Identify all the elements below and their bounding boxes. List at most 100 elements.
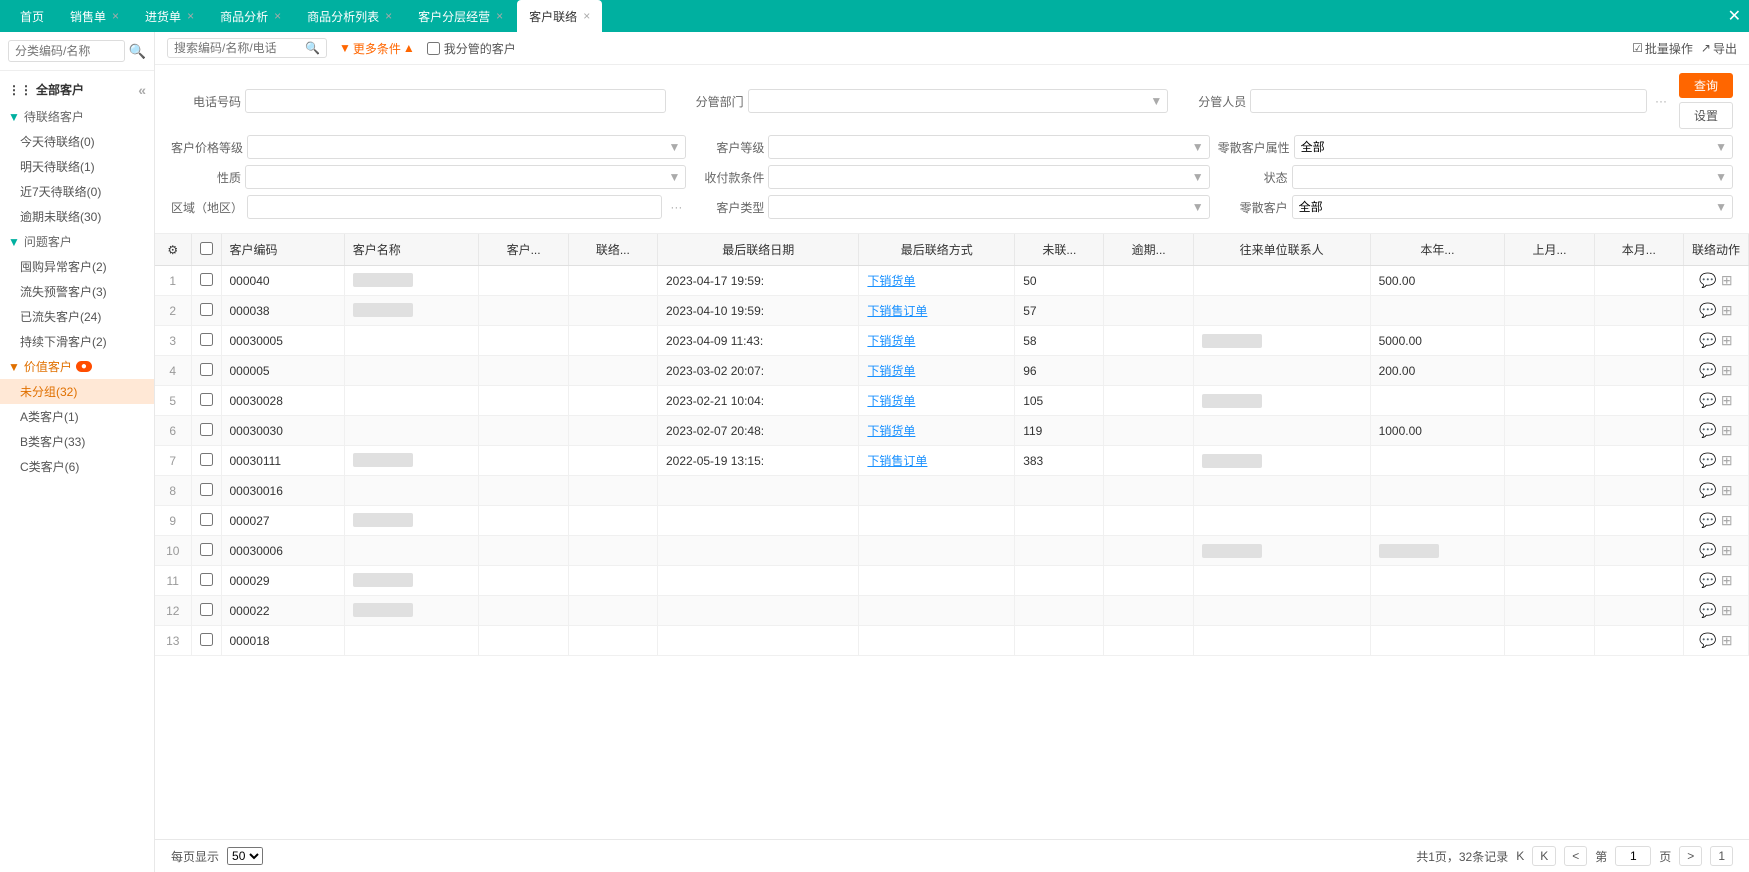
qr-icon[interactable]: ⊞ <box>1721 602 1733 619</box>
sidebar-search-icon[interactable]: 🔍 <box>129 43 146 60</box>
contact-way-link[interactable]: 下销货单 <box>867 274 915 288</box>
status-select[interactable] <box>1292 165 1733 189</box>
contact-way-link[interactable]: 下销售订单 <box>867 304 927 318</box>
nav-analysis-list[interactable]: 商品分析列表 × <box>295 0 404 32</box>
chat-icon[interactable]: 💬 <box>1699 272 1716 289</box>
row-checkbox[interactable] <box>200 633 213 646</box>
phone-input[interactable] <box>245 89 666 113</box>
nav-home[interactable]: 首页 <box>8 0 56 32</box>
search-icon[interactable]: 🔍 <box>305 41 320 55</box>
page-last-button[interactable]: 1 <box>1710 846 1733 866</box>
chat-icon[interactable]: 💬 <box>1699 632 1716 649</box>
qr-icon[interactable]: ⊞ <box>1721 362 1733 379</box>
page-first-button[interactable]: K <box>1532 846 1556 866</box>
cell-last-way[interactable] <box>859 596 1015 626</box>
cell-check[interactable] <box>191 506 221 536</box>
customer-type-select[interactable] <box>768 195 1209 219</box>
batch-ops-button[interactable]: ☑ 批量操作 <box>1632 40 1693 57</box>
cell-check[interactable] <box>191 326 221 356</box>
sidebar-item-churned[interactable]: 已流失客户(24) <box>0 304 154 329</box>
cell-last-way[interactable]: 下销货单 <box>859 266 1015 296</box>
cell-last-way[interactable]: 下销货单 <box>859 356 1015 386</box>
payment-select[interactable] <box>768 165 1209 189</box>
cell-check[interactable] <box>191 446 221 476</box>
row-checkbox[interactable] <box>200 573 213 586</box>
nav-sales[interactable]: 销售单 × <box>58 0 131 32</box>
qr-icon[interactable]: ⊞ <box>1721 422 1733 439</box>
price-level-select[interactable] <box>247 135 686 159</box>
sidebar-item-tomorrow[interactable]: 明天待联络(1) <box>0 154 154 179</box>
cell-check[interactable] <box>191 266 221 296</box>
sidebar-item-declining[interactable]: 持续下滑客户(2) <box>0 329 154 354</box>
qr-icon[interactable]: ⊞ <box>1721 482 1733 499</box>
chat-icon[interactable]: 💬 <box>1699 332 1716 349</box>
qr-icon[interactable]: ⊞ <box>1721 302 1733 319</box>
contact-way-link[interactable]: 下销货单 <box>867 394 915 408</box>
row-checkbox[interactable] <box>200 273 213 286</box>
contact-way-link[interactable]: 下销售订单 <box>867 454 927 468</box>
chat-icon[interactable]: 💬 <box>1699 542 1716 559</box>
chat-icon[interactable]: 💬 <box>1699 302 1716 319</box>
col-header-this-year[interactable]: 本年... <box>1370 234 1505 266</box>
close-sales-icon[interactable]: × <box>112 9 119 23</box>
contact-way-link[interactable]: 下销货单 <box>867 334 915 348</box>
cell-check[interactable] <box>191 566 221 596</box>
retail-attr-select[interactable]: 全部 <box>1294 135 1733 159</box>
cell-check[interactable] <box>191 626 221 656</box>
row-checkbox[interactable] <box>200 393 213 406</box>
nav-customer-tier[interactable]: 客户分层经营 × <box>406 0 515 32</box>
col-header-contact[interactable]: 联络... <box>568 234 657 266</box>
sidebar-search-input[interactable] <box>8 40 125 62</box>
row-checkbox[interactable] <box>200 513 213 526</box>
cell-last-way[interactable] <box>859 566 1015 596</box>
nav-customer-contact[interactable]: 客户联络 × <box>517 0 602 32</box>
chat-icon[interactable]: 💬 <box>1699 602 1716 619</box>
contact-way-link[interactable]: 下销货单 <box>867 364 915 378</box>
retail-customer-select[interactable]: 全部 <box>1292 195 1733 219</box>
area-input[interactable] <box>247 195 662 219</box>
chat-icon[interactable]: 💬 <box>1699 452 1716 469</box>
nature-select[interactable] <box>245 165 686 189</box>
cell-check[interactable] <box>191 386 221 416</box>
qr-icon[interactable]: ⊞ <box>1721 632 1733 649</box>
sidebar-item-abnormal[interactable]: 囤购异常客户(2) <box>0 254 154 279</box>
dept-select[interactable] <box>748 89 1169 113</box>
contact-way-link[interactable]: 下销货单 <box>867 424 915 438</box>
qr-icon[interactable]: ⊞ <box>1721 452 1733 469</box>
search-box[interactable]: 🔍 <box>167 38 327 58</box>
col-header-name[interactable]: 客户名称 <box>344 234 479 266</box>
cell-last-way[interactable] <box>859 476 1015 506</box>
chat-icon[interactable]: 💬 <box>1699 422 1716 439</box>
row-checkbox[interactable] <box>200 603 213 616</box>
export-button[interactable]: ↗ 导出 <box>1701 40 1737 57</box>
person-input[interactable] <box>1250 89 1647 113</box>
qr-icon[interactable]: ⊞ <box>1721 542 1733 559</box>
cell-last-way[interactable]: 下销货单 <box>859 416 1015 446</box>
more-conditions-button[interactable]: ▼ 更多条件 ▲ <box>339 40 415 57</box>
cell-check[interactable] <box>191 356 221 386</box>
area-more-icon[interactable]: ··· <box>666 200 686 214</box>
col-header-overdue[interactable]: 逾期... <box>1104 234 1193 266</box>
select-all-header[interactable] <box>191 234 221 266</box>
cell-last-way[interactable] <box>859 626 1015 656</box>
chat-icon[interactable]: 💬 <box>1699 572 1716 589</box>
close-analysis-list-icon[interactable]: × <box>385 9 392 23</box>
cell-check[interactable] <box>191 596 221 626</box>
page-number-input[interactable] <box>1615 846 1651 866</box>
row-checkbox[interactable] <box>200 303 213 316</box>
col-header-this-month[interactable]: 本月... <box>1594 234 1683 266</box>
cell-check[interactable] <box>191 536 221 566</box>
cell-last-way[interactable]: 下销售订单 <box>859 446 1015 476</box>
row-checkbox[interactable] <box>200 333 213 346</box>
cell-check[interactable] <box>191 416 221 446</box>
close-customer-contact-icon[interactable]: × <box>583 9 590 23</box>
row-checkbox[interactable] <box>200 423 213 436</box>
row-checkbox[interactable] <box>200 453 213 466</box>
qr-icon[interactable]: ⊞ <box>1721 512 1733 529</box>
per-page-select[interactable]: 50 <box>227 847 263 865</box>
qr-icon[interactable]: ⊞ <box>1721 332 1733 349</box>
col-header-unit-contact[interactable]: 往来单位联系人 <box>1193 234 1370 266</box>
sidebar-item-overdue[interactable]: 逾期未联络(30) <box>0 204 154 229</box>
cell-last-way[interactable]: 下销货单 <box>859 326 1015 356</box>
col-header-last-date[interactable]: 最后联络日期 <box>658 234 859 266</box>
